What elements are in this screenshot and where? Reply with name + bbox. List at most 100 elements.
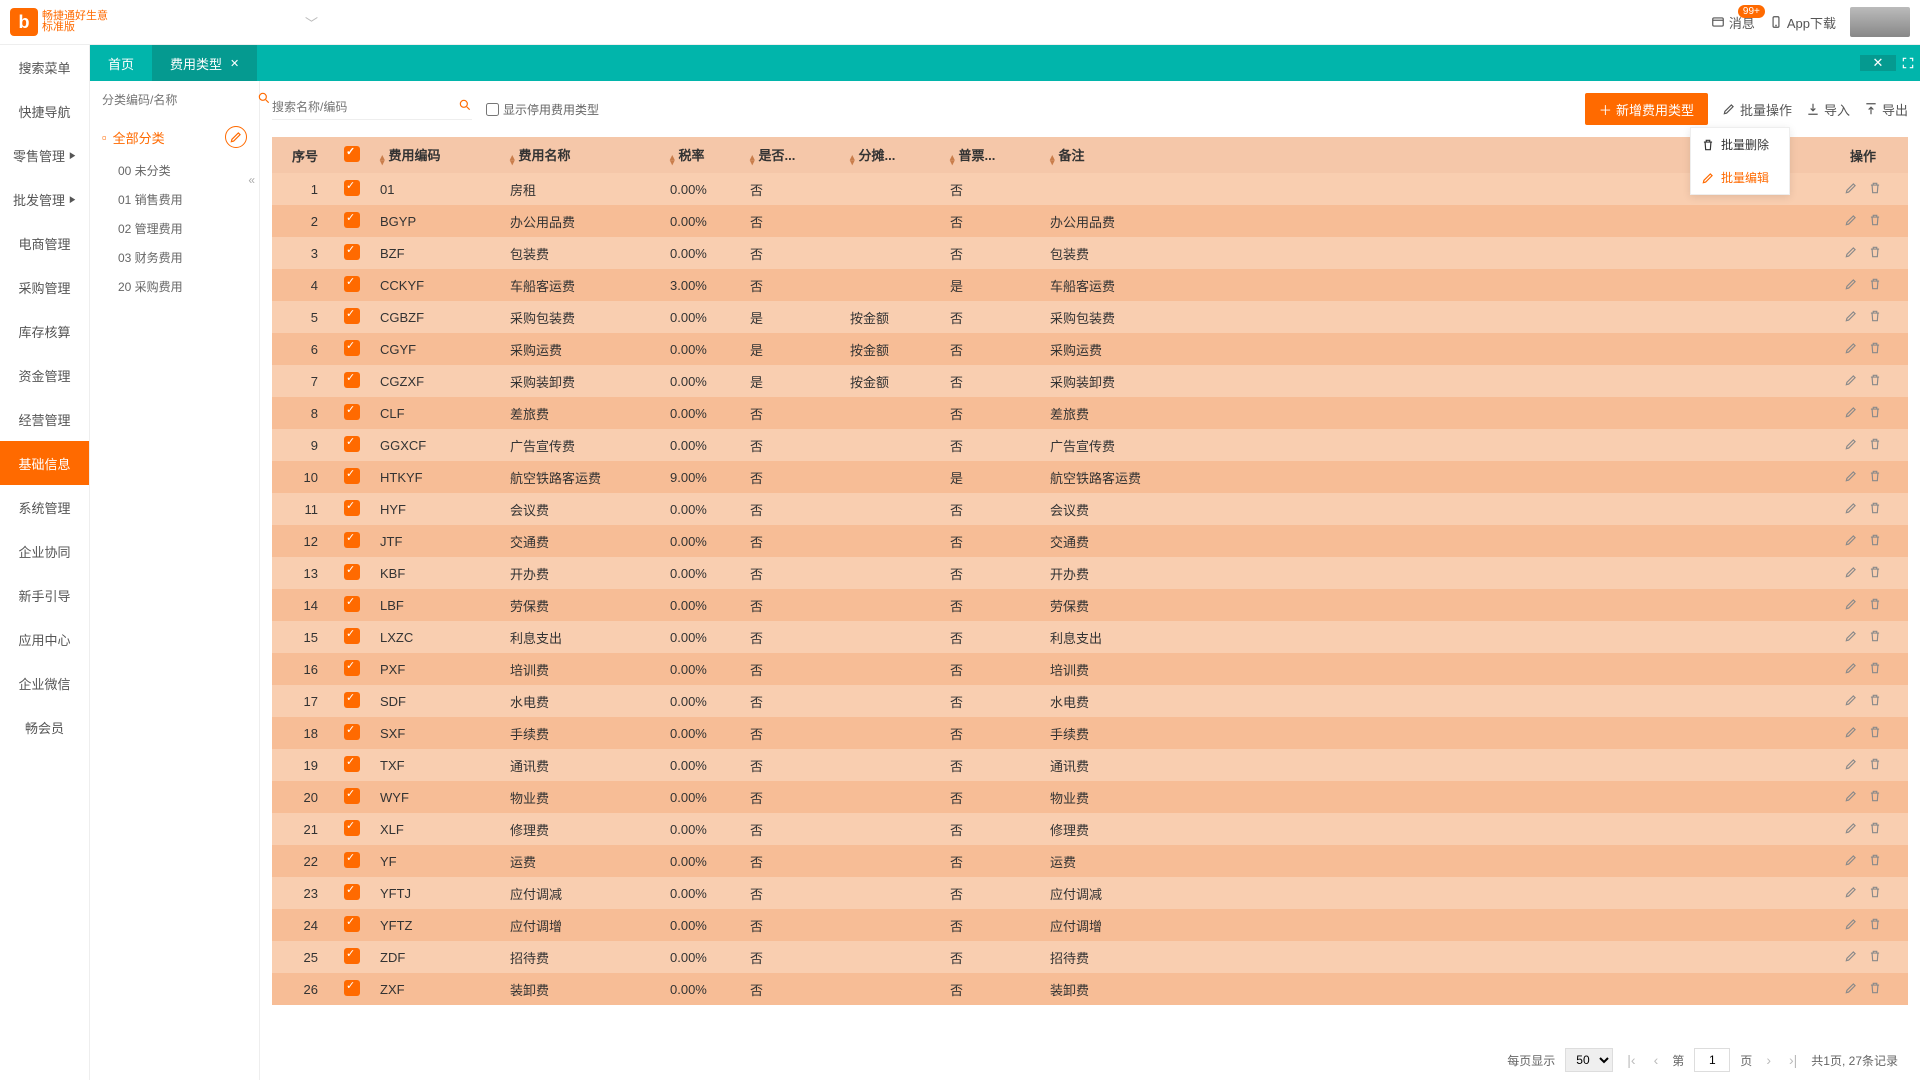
tree-item[interactable]: 02 管理费用 — [90, 214, 259, 243]
cell-checkbox[interactable] — [332, 173, 372, 205]
sidebar-item[interactable]: 畅会员 — [0, 705, 89, 749]
cell-checkbox[interactable] — [332, 909, 372, 941]
tree-item[interactable]: 03 财务费用 — [90, 243, 259, 272]
cell-checkbox[interactable] — [332, 589, 372, 621]
close-all-tabs[interactable]: ✕ — [1860, 55, 1896, 71]
tab-expense-type[interactable]: 费用类型 ✕ — [152, 45, 257, 81]
sidebar-item[interactable]: 应用中心 — [0, 617, 89, 661]
col-bool2[interactable]: ▴▾普票... — [942, 137, 1042, 173]
avatar[interactable] — [1850, 7, 1910, 37]
sidebar-item[interactable]: 基础信息 — [0, 441, 89, 485]
edit-row-icon[interactable] — [1844, 885, 1858, 902]
tree-search-input[interactable] — [102, 93, 257, 107]
sidebar-item[interactable]: 零售管理▶ — [0, 133, 89, 177]
delete-row-icon[interactable] — [1868, 917, 1882, 934]
sidebar-item[interactable]: 采购管理 — [0, 265, 89, 309]
messages-link[interactable]: 消息 99+ — [1711, 13, 1755, 32]
next-page-icon[interactable]: › — [1762, 1052, 1775, 1068]
delete-row-icon[interactable] — [1868, 245, 1882, 262]
per-page-select[interactable]: 50 — [1565, 1048, 1613, 1072]
page-input[interactable] — [1694, 1048, 1730, 1072]
sidebar-item[interactable]: 系统管理 — [0, 485, 89, 529]
edit-row-icon[interactable] — [1844, 789, 1858, 806]
col-code[interactable]: ▴▾费用编码 — [372, 137, 502, 173]
edit-row-icon[interactable] — [1844, 629, 1858, 646]
col-index[interactable]: 序号 — [272, 137, 332, 173]
check-all[interactable] — [344, 146, 360, 162]
export-button[interactable]: 导出 — [1864, 100, 1908, 119]
cell-checkbox[interactable] — [332, 877, 372, 909]
cell-checkbox[interactable] — [332, 461, 372, 493]
edit-category-icon[interactable] — [225, 126, 247, 148]
sidebar-item[interactable]: 经营管理 — [0, 397, 89, 441]
cell-checkbox[interactable] — [332, 845, 372, 877]
cell-checkbox[interactable] — [332, 493, 372, 525]
sidebar-item[interactable]: 资金管理 — [0, 353, 89, 397]
org-selector[interactable]: ﹀ — [138, 13, 318, 32]
edit-row-icon[interactable] — [1844, 853, 1858, 870]
edit-row-icon[interactable] — [1844, 725, 1858, 742]
col-name[interactable]: ▴▾费用名称 — [502, 137, 662, 173]
close-icon[interactable]: ✕ — [230, 57, 239, 70]
edit-row-icon[interactable] — [1844, 917, 1858, 934]
delete-row-icon[interactable] — [1868, 725, 1882, 742]
edit-row-icon[interactable] — [1844, 309, 1858, 326]
cell-checkbox[interactable] — [332, 333, 372, 365]
sidebar-item[interactable]: 搜索菜单 — [0, 45, 89, 89]
delete-row-icon[interactable] — [1868, 341, 1882, 358]
cell-checkbox[interactable] — [332, 365, 372, 397]
delete-row-icon[interactable] — [1868, 661, 1882, 678]
edit-row-icon[interactable] — [1844, 949, 1858, 966]
sidebar-item[interactable]: 电商管理 — [0, 221, 89, 265]
search-icon[interactable] — [458, 98, 472, 115]
delete-row-icon[interactable] — [1868, 277, 1882, 294]
edit-row-icon[interactable] — [1844, 245, 1858, 262]
prev-page-icon[interactable]: ‹ — [1650, 1052, 1663, 1068]
delete-row-icon[interactable] — [1868, 597, 1882, 614]
sidebar-item[interactable]: 库存核算 — [0, 309, 89, 353]
delete-row-icon[interactable] — [1868, 693, 1882, 710]
delete-row-icon[interactable] — [1868, 437, 1882, 454]
cell-checkbox[interactable] — [332, 781, 372, 813]
batch-button[interactable]: 批量操作 — [1722, 100, 1792, 119]
cell-checkbox[interactable] — [332, 717, 372, 749]
delete-row-icon[interactable] — [1868, 853, 1882, 870]
delete-row-icon[interactable] — [1868, 309, 1882, 326]
edit-row-icon[interactable] — [1844, 213, 1858, 230]
cell-checkbox[interactable] — [332, 205, 372, 237]
col-alloc[interactable]: ▴▾分摊... — [842, 137, 942, 173]
delete-row-icon[interactable] — [1868, 565, 1882, 582]
delete-row-icon[interactable] — [1868, 821, 1882, 838]
delete-row-icon[interactable] — [1868, 469, 1882, 486]
show-disabled-checkbox[interactable]: 显示停用费用类型 — [486, 101, 599, 118]
edit-row-icon[interactable] — [1844, 533, 1858, 550]
edit-row-icon[interactable] — [1844, 565, 1858, 582]
cell-checkbox[interactable] — [332, 685, 372, 717]
batch-delete-item[interactable]: 批量删除 — [1691, 128, 1789, 161]
delete-row-icon[interactable] — [1868, 757, 1882, 774]
edit-row-icon[interactable] — [1844, 821, 1858, 838]
delete-row-icon[interactable] — [1868, 405, 1882, 422]
delete-row-icon[interactable] — [1868, 789, 1882, 806]
edit-row-icon[interactable] — [1844, 181, 1858, 198]
edit-row-icon[interactable] — [1844, 437, 1858, 454]
tree-item[interactable]: 00 未分类 — [90, 156, 259, 185]
search-input[interactable] — [272, 100, 458, 114]
edit-row-icon[interactable] — [1844, 373, 1858, 390]
delete-row-icon[interactable] — [1868, 213, 1882, 230]
collapse-tree-icon[interactable]: « — [248, 173, 255, 187]
import-button[interactable]: 导入 — [1806, 100, 1850, 119]
cell-checkbox[interactable] — [332, 237, 372, 269]
tab-home[interactable]: 首页 — [90, 45, 152, 81]
cell-checkbox[interactable] — [332, 525, 372, 557]
edit-row-icon[interactable] — [1844, 661, 1858, 678]
delete-row-icon[interactable] — [1868, 981, 1882, 998]
edit-row-icon[interactable] — [1844, 341, 1858, 358]
sidebar-item[interactable]: 新手引导 — [0, 573, 89, 617]
delete-row-icon[interactable] — [1868, 629, 1882, 646]
cell-checkbox[interactable] — [332, 813, 372, 845]
sidebar-item[interactable]: 快捷导航 — [0, 89, 89, 133]
fullscreen-icon[interactable] — [1896, 56, 1920, 70]
first-page-icon[interactable]: |‹ — [1623, 1052, 1639, 1068]
col-rate[interactable]: ▴▾税率 — [662, 137, 742, 173]
